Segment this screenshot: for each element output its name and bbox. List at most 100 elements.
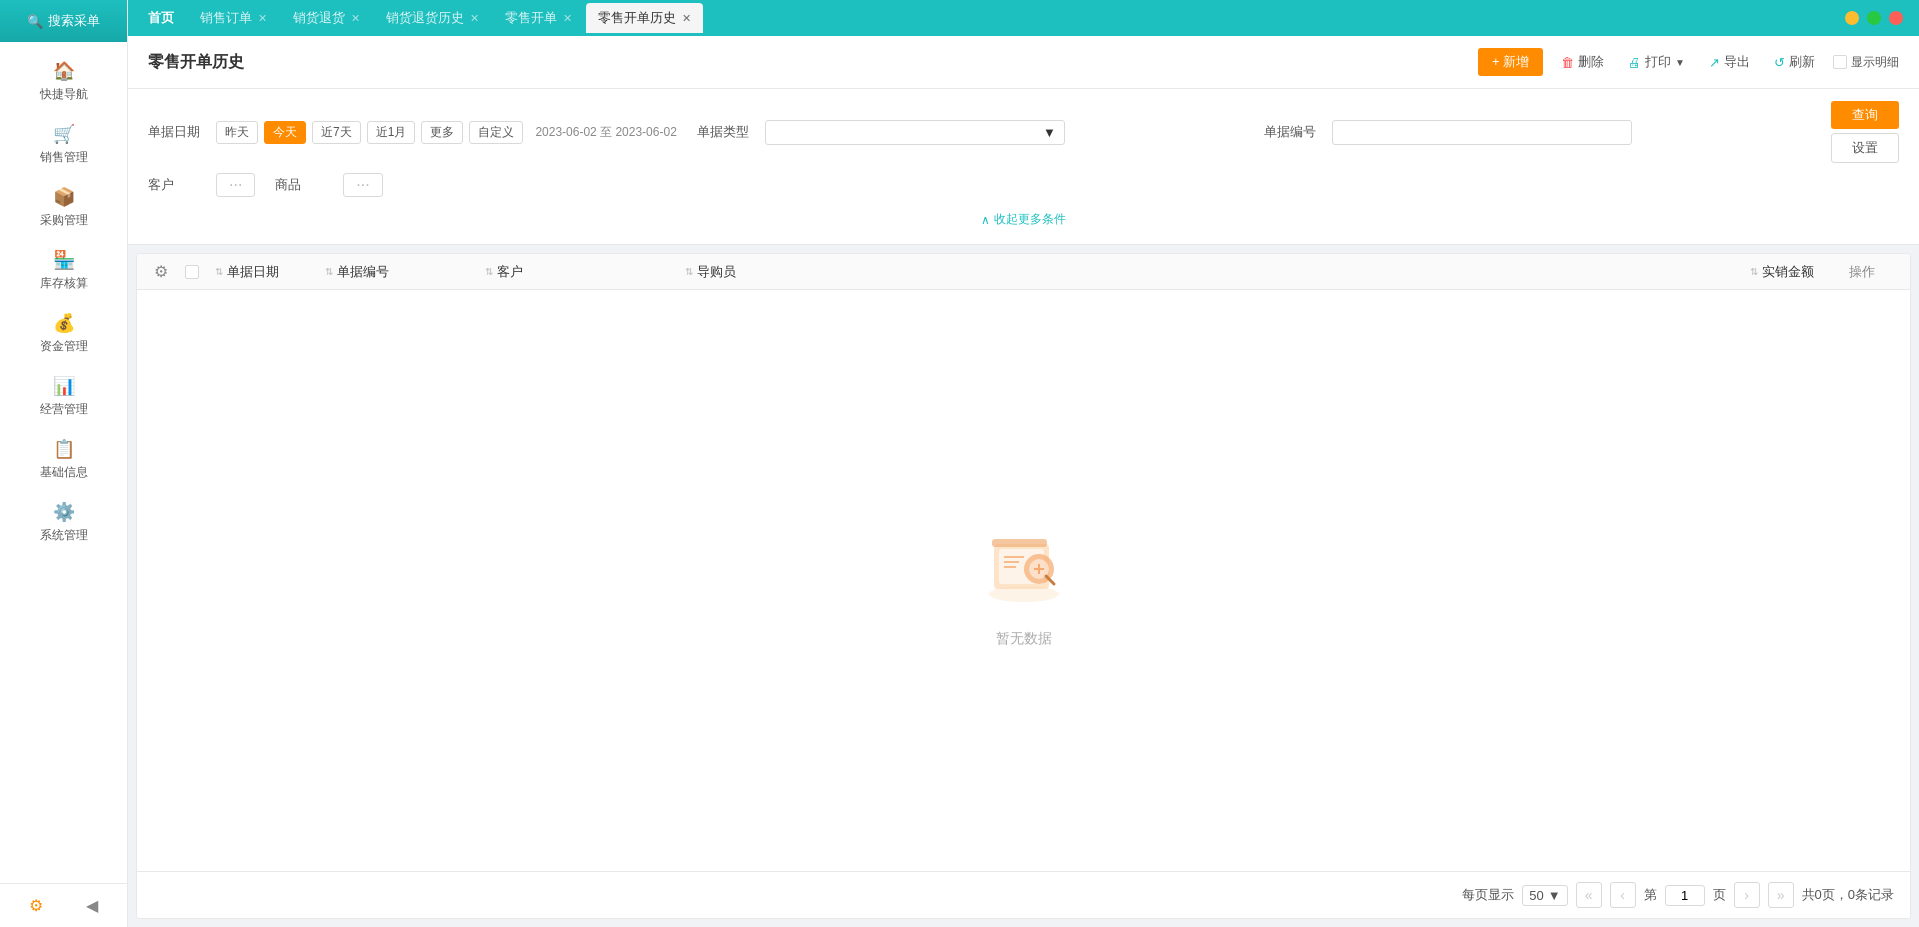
maximize-btn[interactable] — [1867, 11, 1881, 25]
date-btn-今天[interactable]: 今天 — [264, 121, 306, 144]
sidebar-item-sales-mgmt[interactable]: 🛒销售管理 — [0, 113, 127, 176]
th-check[interactable] — [177, 265, 207, 279]
print-label: 打印 — [1645, 53, 1671, 71]
tab-retail-open-history[interactable]: 零售开单历史✕ — [586, 3, 703, 33]
tab-close-retail-open-history[interactable]: ✕ — [682, 12, 691, 25]
tab-close-sales-return-history[interactable]: ✕ — [470, 12, 479, 25]
date-btn-近7天[interactable]: 近7天 — [312, 121, 361, 144]
sidebar-item-purchase-mgmt[interactable]: 📦采购管理 — [0, 176, 127, 239]
tab-close-retail-open[interactable]: ✕ — [563, 12, 572, 25]
sidebar-item-label: 资金管理 — [40, 338, 88, 355]
action-buttons: 查询 设置 — [1831, 101, 1899, 163]
first-page-btn[interactable]: « — [1576, 882, 1602, 908]
collapse-icon: ∧ — [981, 213, 990, 227]
sidebar-item-operations[interactable]: 📊 经营管理 — [0, 365, 127, 428]
sidebar-item-finance[interactable]: 💰 资金管理 — [0, 302, 127, 365]
date-buttons: 昨天今天近7天近1月更多自定义 — [216, 121, 523, 144]
sidebar-item-quick-nav[interactable]: 🏠快捷导航 — [0, 50, 127, 113]
th-num[interactable]: ⇅ 单据编号 — [317, 263, 477, 281]
page-size-chevron: ▼ — [1548, 888, 1561, 903]
tab-close-sales-order[interactable]: ✕ — [258, 12, 267, 25]
sidebar-item-inventory[interactable]: 🏪库存核算 — [0, 239, 127, 302]
show-detail-check-box[interactable] — [1833, 55, 1847, 69]
tab-home[interactable]: 首页 — [136, 3, 186, 33]
date-btn-近1月[interactable]: 近1月 — [367, 121, 416, 144]
sidebar-item-sys-mgmt[interactable]: ⚙️ 系统管理 — [0, 491, 127, 554]
th-date[interactable]: ⇅ 单据日期 — [207, 263, 317, 281]
sidebar-item-label: 系统管理 — [40, 527, 88, 544]
sidebar-item-label: 销售管理 — [40, 149, 88, 166]
chevron-down-icon: ▼ — [1043, 125, 1056, 140]
tab-sales-return[interactable]: 销货退货✕ — [281, 3, 372, 33]
page-label: 第 — [1644, 886, 1657, 904]
export-button[interactable]: ↗ 导出 — [1703, 49, 1756, 75]
date-filter-group: 单据日期 昨天今天近7天近1月更多自定义 2023-06-02 至 2023-0… — [148, 121, 677, 144]
toolbar: + 新增 🗑 删除 🖨 打印 ▼ ↗ 导出 ↺ 刷新 — [1478, 48, 1899, 76]
next-page-btn[interactable]: › — [1734, 882, 1760, 908]
main-area: 首页销售订单✕销货退货✕销货退货历史✕零售开单✕零售开单历史✕ 零售开单历史 +… — [128, 0, 1919, 927]
filter-row-1: 单据日期 昨天今天近7天近1月更多自定义 2023-06-02 至 2023-0… — [148, 101, 1899, 163]
th-customer[interactable]: ⇅ 客户 — [477, 263, 677, 281]
show-detail-label: 显示明细 — [1851, 54, 1899, 71]
th-num-label: 单据编号 — [337, 263, 389, 281]
customer-dots-btn[interactable]: ··· — [216, 173, 255, 197]
sidebar-item-label: 经营管理 — [40, 401, 88, 418]
finance-icon: 💰 — [53, 312, 75, 334]
tab-label-sales-order: 销售订单 — [200, 9, 252, 27]
table-area: ⚙ ⇅ 单据日期 ⇅ 单据编号 ⇅ 客户 ⇅ — [136, 253, 1911, 919]
sidebar-bottom: ⚙ ◀ — [0, 883, 127, 927]
tab-retail-open[interactable]: 零售开单✕ — [493, 3, 584, 33]
delete-button[interactable]: 🗑 删除 — [1555, 49, 1610, 75]
date-btn-自定义[interactable]: 自定义 — [469, 121, 523, 144]
refresh-icon: ↺ — [1774, 55, 1785, 70]
th-customer-label: 客户 — [497, 263, 523, 281]
query-button[interactable]: 查询 — [1831, 101, 1899, 129]
minimize-btn[interactable] — [1845, 11, 1859, 25]
sidebar-search[interactable]: 🔍 搜索采单 — [0, 0, 127, 42]
doc-type-select[interactable]: ▼ — [765, 120, 1065, 145]
add-button[interactable]: + 新增 — [1478, 48, 1543, 76]
operations-icon: 📊 — [53, 375, 75, 397]
collapse-bottom-btn[interactable]: ◀ — [82, 892, 102, 919]
close-btn[interactable] — [1889, 11, 1903, 25]
sort-icon: ⇅ — [1750, 266, 1758, 277]
date-range-text: 2023-06-02 至 2023-06-02 — [535, 124, 676, 141]
sidebar-item-label: 基础信息 — [40, 464, 88, 481]
th-settings[interactable]: ⚙ — [145, 262, 177, 281]
print-button[interactable]: 🖨 打印 ▼ — [1622, 49, 1691, 75]
product-filter-group: 商品 ··· — [275, 173, 382, 197]
page-header: 零售开单历史 + 新增 🗑 删除 🖨 打印 ▼ ↗ 导出 ↺ — [128, 36, 1919, 89]
table-gear-icon[interactable]: ⚙ — [154, 262, 168, 281]
th-date-label: 单据日期 — [227, 263, 279, 281]
doc-num-label: 单据编号 — [1264, 123, 1324, 141]
collapse-filter-btn[interactable]: ∧ 收起更多条件 — [148, 207, 1899, 232]
doc-num-input[interactable] — [1332, 120, 1632, 145]
select-all-checkbox[interactable] — [185, 265, 199, 279]
page-size-select[interactable]: 50 ▼ — [1522, 885, 1567, 906]
settings-bottom-btn[interactable]: ⚙ — [25, 892, 47, 919]
filter-settings-button[interactable]: 设置 — [1831, 133, 1899, 163]
sidebar-item-base-info[interactable]: 📋 基础信息 — [0, 428, 127, 491]
empty-state: 暂无数据 — [137, 290, 1910, 871]
sidebar-item-label: 库存核算 — [40, 275, 88, 292]
tab-close-sales-return[interactable]: ✕ — [351, 12, 360, 25]
th-amount[interactable]: ⇅ 实销金额 — [1722, 263, 1822, 281]
tab-label-sales-return-history: 销货退货历史 — [386, 9, 464, 27]
tab-label-home: 首页 — [148, 9, 174, 27]
refresh-button[interactable]: ↺ 刷新 — [1768, 49, 1821, 75]
th-guide[interactable]: ⇅ 导购员 — [677, 263, 797, 281]
last-page-btn[interactable]: » — [1768, 882, 1794, 908]
export-label: 导出 — [1724, 53, 1750, 71]
sidebar-search-label: 搜索采单 — [48, 12, 100, 30]
page-number-input[interactable] — [1665, 885, 1705, 906]
base-info-icon: 📋 — [53, 438, 75, 460]
prev-page-btn[interactable]: ‹ — [1610, 882, 1636, 908]
date-btn-昨天[interactable]: 昨天 — [216, 121, 258, 144]
show-detail-checkbox[interactable]: 显示明细 — [1833, 54, 1899, 71]
tab-sales-order[interactable]: 销售订单 ✕ — [188, 3, 279, 33]
tab-bar: 首页销售订单✕销货退货✕销货退货历史✕零售开单✕零售开单历史✕ — [128, 0, 1919, 36]
date-btn-更多[interactable]: 更多 — [421, 121, 463, 144]
product-dots-btn[interactable]: ··· — [343, 173, 382, 197]
tab-sales-return-history[interactable]: 销货退货历史 ✕ — [374, 3, 491, 33]
sys-mgmt-icon: ⚙️ — [53, 501, 75, 523]
